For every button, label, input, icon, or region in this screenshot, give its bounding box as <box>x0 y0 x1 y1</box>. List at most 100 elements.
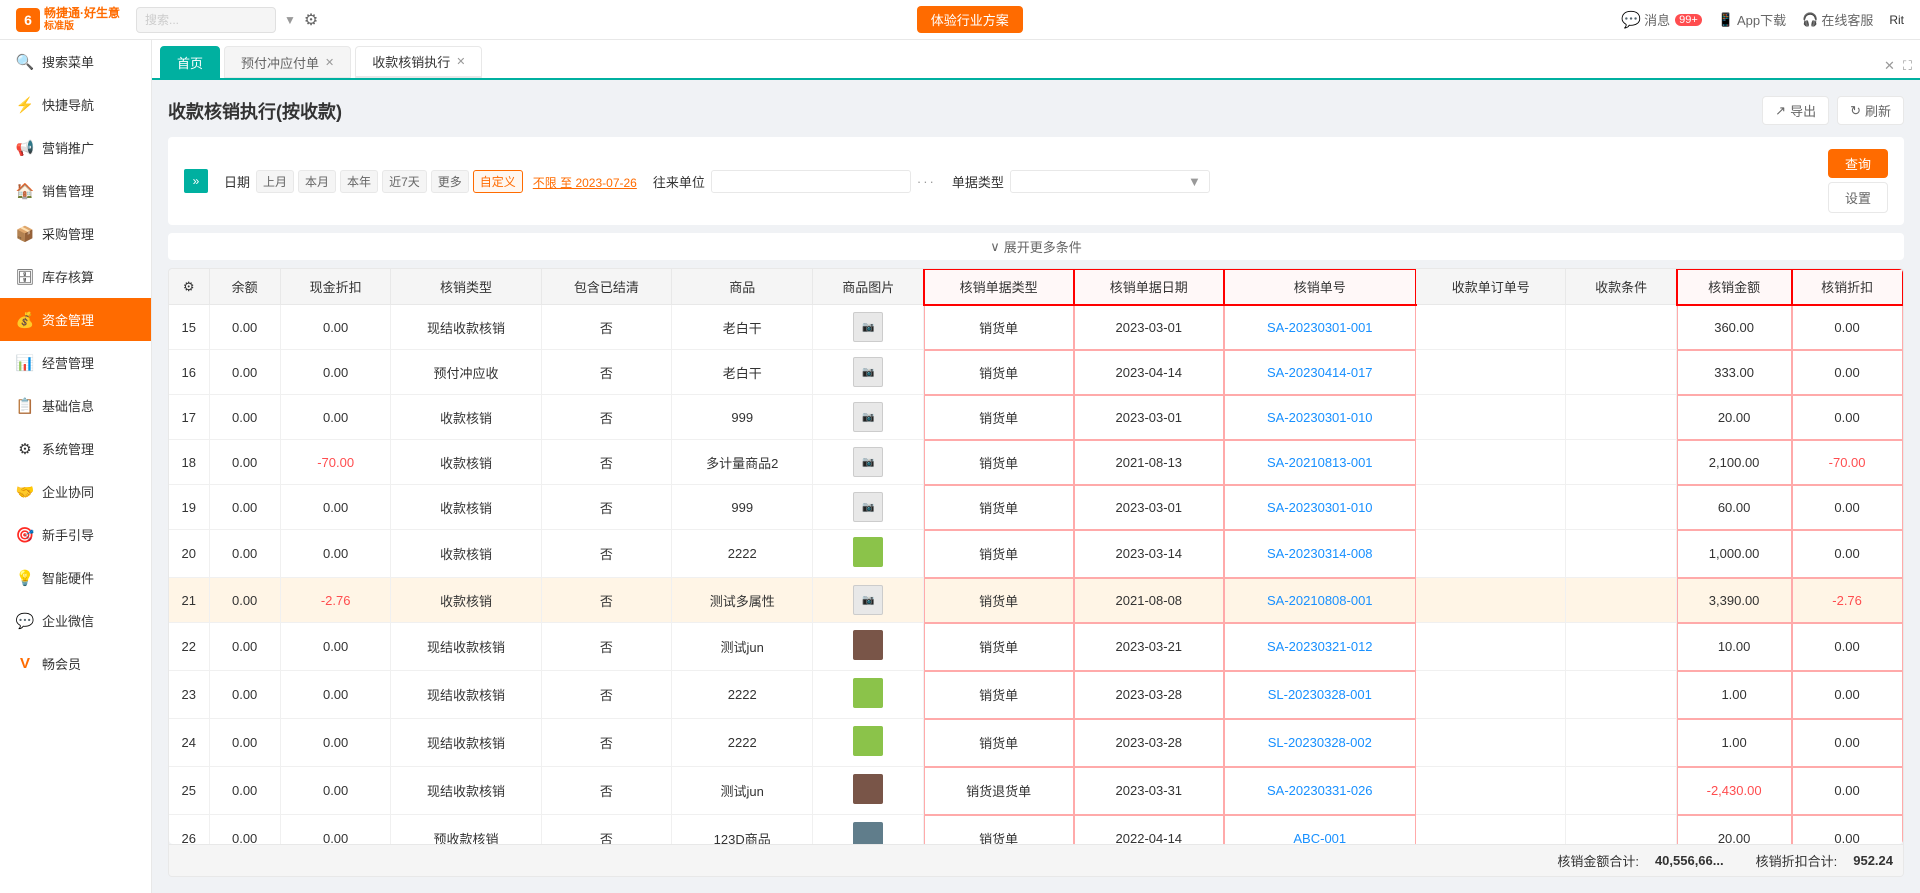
sidebar-item-operations[interactable]: 📊 经营管理 <box>0 341 151 384</box>
sidebar-item-funds[interactable]: 💰 资金管理 <box>0 298 151 341</box>
tab-receipt-close[interactable]: ✕ <box>456 55 465 68</box>
app-download-link[interactable]: 📱 App下载 <box>1718 10 1786 29</box>
search-input-area[interactable]: 搜索... <box>136 7 276 33</box>
filter-counterpart: 往来单位 ··· <box>653 170 936 193</box>
query-button[interactable]: 查询 <box>1828 149 1888 178</box>
cell-bill-no[interactable]: SL-20230328-002 <box>1224 719 1416 767</box>
cell-balance: 0.00 <box>209 440 280 485</box>
cell-amount: 1,000.00 <box>1677 530 1792 578</box>
table-row: 24 0.00 0.00 现结收款核销 否 2222 销货单 2023-03-2… <box>169 719 1903 767</box>
sidebar-label-quicknav: 快捷导航 <box>42 95 94 114</box>
billtype-select[interactable]: ▼ <box>1010 170 1210 193</box>
cell-bill-no[interactable]: SA-20230331-026 <box>1224 767 1416 815</box>
message-icon[interactable]: 💬 消息 99+ <box>1621 10 1702 30</box>
sidebar-item-quicknav[interactable]: ⚡ 快捷导航 <box>0 83 151 126</box>
tab-prepay[interactable]: 预付冲应付单 ✕ <box>224 46 351 78</box>
basics-icon: 📋 <box>16 397 34 415</box>
cell-type: 收款核销 <box>391 440 541 485</box>
cell-amount: -2,430.00 <box>1677 767 1792 815</box>
date-range-display[interactable]: 不限 至 2023-07-26 <box>533 176 637 190</box>
solution-button[interactable]: 体验行业方案 <box>917 6 1023 33</box>
cell-bill-type: 销货单 <box>924 350 1074 395</box>
export-button[interactable]: ↗ 导出 <box>1762 96 1829 125</box>
date-btn-7days[interactable]: 近7天 <box>382 170 427 193</box>
main-layout: 🔍 搜索菜单 ⚡ 快捷导航 📢 营销推广 🏠 销售管理 📦 采购管理 🗄 库存核… <box>0 40 1920 893</box>
online-service-link[interactable]: 🎧 在线客服 <box>1802 10 1873 29</box>
cell-receipt-no <box>1416 623 1566 671</box>
tab-prepay-close[interactable]: ✕ <box>325 56 334 69</box>
sidebar-item-hardware[interactable]: 💡 智能硬件 <box>0 556 151 599</box>
tab-expand-icon[interactable]: ⛶ <box>1903 58 1912 74</box>
cell-bill-no[interactable]: SA-20210813-001 <box>1224 440 1416 485</box>
gear-icon[interactable]: ⚙ <box>304 10 318 30</box>
tab-home[interactable]: 首页 <box>160 46 220 78</box>
marketing-icon: 📢 <box>16 139 34 157</box>
sidebar-item-sales[interactable]: 🏠 销售管理 <box>0 169 151 212</box>
filter-arrow[interactable]: » <box>184 169 208 193</box>
date-btn-lastmonth[interactable]: 上月 <box>256 170 294 193</box>
cell-bill-type: 销货单 <box>924 578 1074 623</box>
cell-bill-no[interactable]: SA-20230301-010 <box>1224 395 1416 440</box>
cell-settled: 否 <box>541 440 671 485</box>
sales-icon: 🏠 <box>16 182 34 200</box>
cell-bill-type: 销货单 <box>924 623 1074 671</box>
page-header: 收款核销执行(按收款) ↗ 导出 ↻ 刷新 <box>168 96 1904 125</box>
user-name[interactable]: Rit <box>1889 13 1904 27</box>
date-btn-thismonth[interactable]: 本月 <box>298 170 336 193</box>
cell-bill-no[interactable]: SA-20230301-001 <box>1224 305 1416 350</box>
date-btn-thisyear[interactable]: 本年 <box>340 170 378 193</box>
sidebar-item-guide[interactable]: 🎯 新手引导 <box>0 513 151 556</box>
cell-goods-img <box>813 815 924 845</box>
sidebar-item-search[interactable]: 🔍 搜索菜单 <box>0 40 151 83</box>
sidebar-item-member[interactable]: V 畅会员 <box>0 642 151 685</box>
dropdown-icon[interactable]: ▼ <box>284 13 296 27</box>
refresh-button[interactable]: ↻ 刷新 <box>1837 96 1904 125</box>
table-row: 23 0.00 0.00 现结收款核销 否 2222 销货单 2023-03-2… <box>169 671 1903 719</box>
cell-cash-discount: 0.00 <box>280 671 391 719</box>
date-btn-custom[interactable]: 自定义 <box>473 170 523 193</box>
date-btn-more[interactable]: 更多 <box>431 170 469 193</box>
logo-area: 6 畅捷通·好生意 标准版 <box>16 7 120 31</box>
cell-goods-img <box>813 767 924 815</box>
cell-seq: 19 <box>169 485 209 530</box>
cell-bill-no[interactable]: SA-20210808-001 <box>1224 578 1416 623</box>
cell-bill-type: 销货单 <box>924 815 1074 845</box>
settings-button[interactable]: 设置 <box>1828 182 1888 213</box>
expand-bar[interactable]: ∨ 展开更多条件 <box>168 233 1904 260</box>
cell-bill-no[interactable]: SA-20230414-017 <box>1224 350 1416 395</box>
cell-bill-no[interactable]: SA-20230301-010 <box>1224 485 1416 530</box>
sidebar-item-collab[interactable]: 🤝 企业协同 <box>0 470 151 513</box>
cell-bill-no[interactable]: SL-20230328-001 <box>1224 671 1416 719</box>
col-header-cash-discount: 现金折扣 <box>280 269 391 305</box>
sidebar-item-wechat[interactable]: 💬 企业微信 <box>0 599 151 642</box>
table-row: 19 0.00 0.00 收款核销 否 999 📷 销货单 2023-03-01… <box>169 485 1903 530</box>
page-title: 收款核销执行(按收款) <box>168 98 342 124</box>
cell-type: 预付冲应收 <box>391 350 541 395</box>
cell-balance: 0.00 <box>209 767 280 815</box>
counterpart-label: 往来单位 <box>653 172 705 191</box>
cell-type: 现结收款核销 <box>391 305 541 350</box>
expand-label: 展开更多条件 <box>1004 237 1082 256</box>
col-header-bill-date: 核销单据日期 <box>1074 269 1224 305</box>
cell-bill-no[interactable]: ABC-001 <box>1224 815 1416 845</box>
sidebar-item-inventory[interactable]: 🗄 库存核算 <box>0 255 151 298</box>
tab-close-all-icon[interactable]: ✕ <box>1884 58 1895 74</box>
cell-bill-no[interactable]: SA-20230321-012 <box>1224 623 1416 671</box>
sidebar-item-system[interactable]: ⚙ 系统管理 <box>0 427 151 470</box>
cell-discount: 0.00 <box>1792 485 1903 530</box>
sidebar-item-purchase[interactable]: 📦 采购管理 <box>0 212 151 255</box>
cell-cash-discount: 0.00 <box>280 305 391 350</box>
cell-receipt-no <box>1416 815 1566 845</box>
cell-amount: 360.00 <box>1677 305 1792 350</box>
sidebar-item-basics[interactable]: 📋 基础信息 <box>0 384 151 427</box>
tab-prepay-label: 预付冲应付单 <box>241 53 319 72</box>
tab-receipt[interactable]: 收款核销执行 ✕ <box>355 46 482 78</box>
cell-bill-no[interactable]: SA-20230314-008 <box>1224 530 1416 578</box>
cell-condition <box>1566 578 1677 623</box>
cell-discount: 0.00 <box>1792 530 1903 578</box>
cell-balance: 0.00 <box>209 305 280 350</box>
counterpart-input[interactable] <box>711 170 911 193</box>
col-header-gear[interactable]: ⚙ <box>169 269 209 305</box>
cell-balance: 0.00 <box>209 623 280 671</box>
sidebar-item-marketing[interactable]: 📢 营销推广 <box>0 126 151 169</box>
